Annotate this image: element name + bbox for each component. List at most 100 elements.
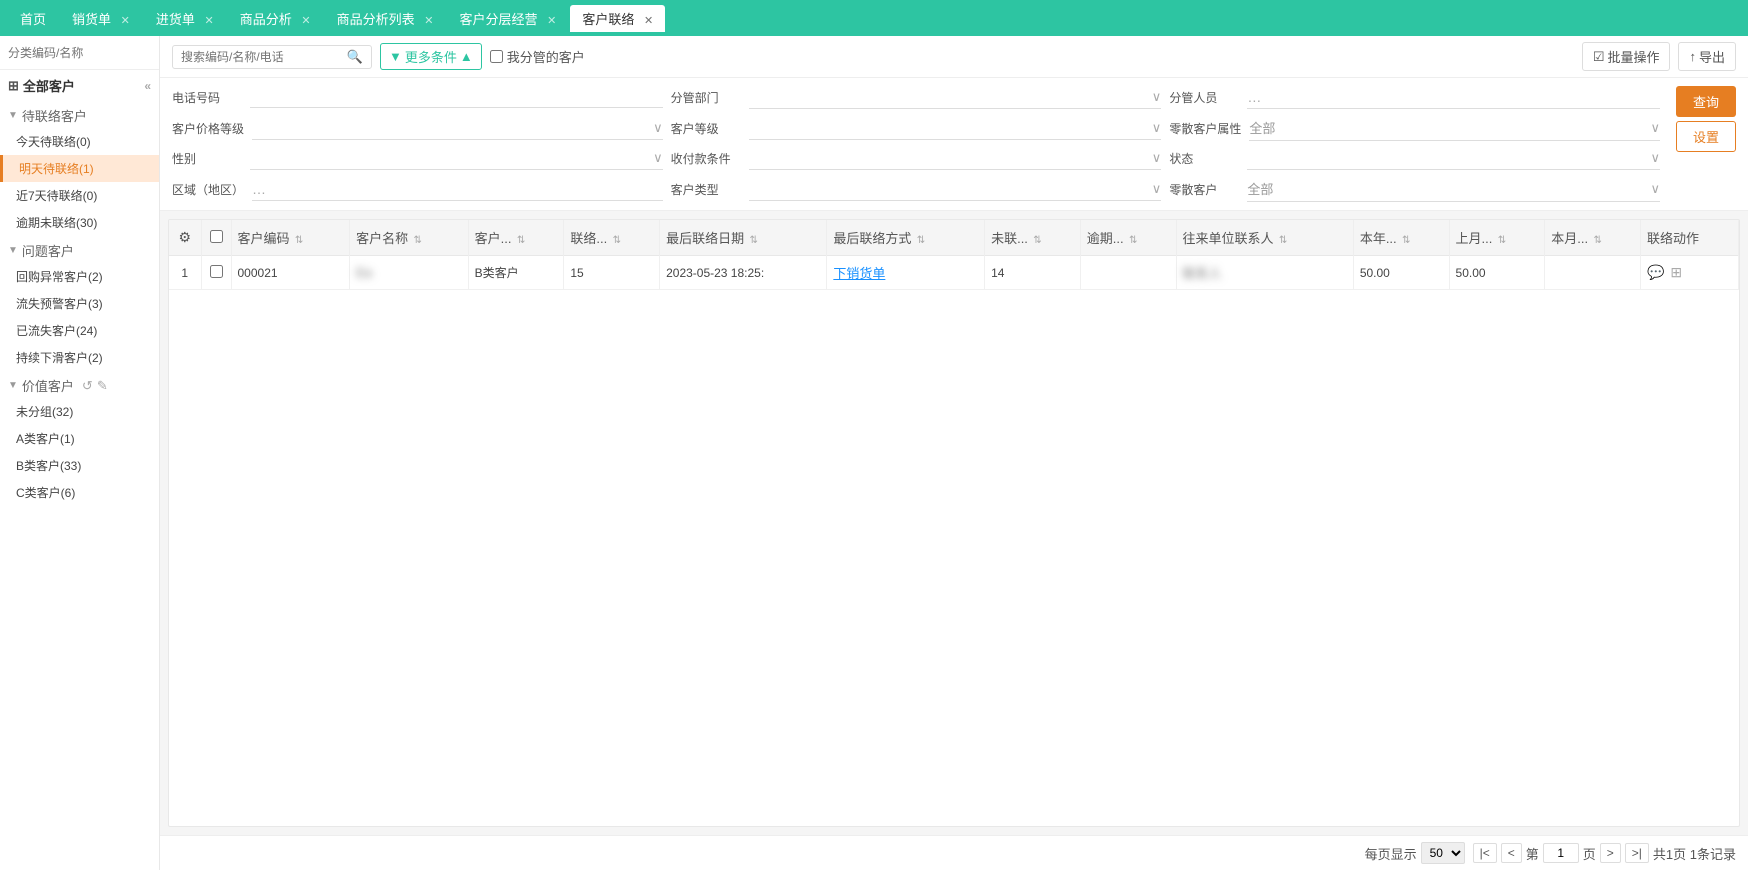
next-page-btn[interactable]: > — [1600, 843, 1621, 863]
sidebar-item-7days-pending[interactable]: 近7天待联络(0) — [0, 182, 159, 209]
retail-customer-select[interactable]: 全部 ∨ — [1247, 176, 1660, 202]
td-code: 000021 — [231, 256, 350, 290]
sort-last-date-icon[interactable]: ⇅ — [749, 235, 757, 246]
value-arrow-icon: ▼ — [8, 380, 18, 391]
table-container: ⚙ 客户编码 ⇅ 客户名称 ⇅ — [168, 219, 1740, 827]
sidebar-item-c-class[interactable]: C类客户(6) — [0, 479, 159, 506]
more-filters-btn[interactable]: ▼ 更多条件 ▲ — [380, 43, 482, 70]
value-group-refresh-icon[interactable]: ↺ — [82, 378, 93, 394]
region-select[interactable]: … — [252, 178, 663, 201]
collapse-icon[interactable]: « — [144, 79, 151, 93]
main-layout: 🔍 ⊞ 全部客户 « ▼ 待联络客户 今天待联络(0) 明天待联络(1) 近7天… — [0, 36, 1748, 870]
prev-page-btn[interactable]: < — [1501, 843, 1522, 863]
sidebar-item-ungrouped[interactable]: 未分组(32) — [0, 398, 159, 425]
filter-search-input[interactable] — [181, 50, 343, 64]
close-customer-contact-icon[interactable]: ✕ — [644, 15, 653, 27]
retail-customer-caret-icon: ∨ — [1650, 181, 1660, 197]
nav-home[interactable]: 首页 — [8, 5, 58, 32]
th-last-contact-method: 最后联络方式 ⇅ — [827, 220, 985, 256]
sort-code-icon[interactable]: ⇅ — [295, 235, 303, 246]
td-checkbox — [201, 256, 231, 290]
sort-this-year-icon[interactable]: ⇅ — [1402, 235, 1410, 246]
last-page-btn[interactable]: >| — [1625, 843, 1649, 863]
sidebar-item-overdue-pending[interactable]: 逾期未联络(30) — [0, 209, 159, 236]
region-dots-icon[interactable]: … — [252, 181, 266, 197]
sidebar-item-churned[interactable]: 已流失客户(24) — [0, 317, 159, 344]
table-gear-icon[interactable]: ⚙ — [178, 229, 191, 245]
sidebar-item-b-class[interactable]: B类客户(33) — [0, 452, 159, 479]
sidebar-item-repurchase-anomaly[interactable]: 回购异常客户(2) — [0, 263, 159, 290]
set-btn[interactable]: 设置 — [1676, 121, 1736, 152]
sort-contact-person-icon[interactable]: ⇅ — [1279, 235, 1287, 246]
sidebar-item-declining[interactable]: 持续下滑客户(2) — [0, 344, 159, 371]
first-page-btn[interactable]: |< — [1473, 843, 1497, 863]
person-select[interactable]: … — [1247, 86, 1660, 109]
th-type: 客户... ⇅ — [468, 220, 564, 256]
retail-attr-field: 零散客户属性 全部 ∨ — [1169, 115, 1660, 141]
close-product-analysis-icon[interactable]: ✕ — [301, 15, 310, 27]
close-product-analysis-list-icon[interactable]: ✕ — [424, 15, 433, 27]
nav-customer-contact[interactable]: 客户联络 ✕ — [570, 5, 665, 32]
sort-uncontacted-icon[interactable]: ⇅ — [1033, 235, 1041, 246]
page-size-select[interactable]: 50 — [1421, 842, 1465, 864]
my-customers-checkbox[interactable] — [490, 50, 503, 63]
nav-product-analysis[interactable]: 商品分析 ✕ — [228, 5, 323, 32]
customer-type-caret-icon: ∨ — [1152, 181, 1162, 197]
td-contact-person: 联系人 — [1176, 256, 1353, 290]
th-overdue: 逾期... ⇅ — [1080, 220, 1176, 256]
td-type: B类客户 — [468, 256, 564, 290]
nav-sales-order[interactable]: 销货单 ✕ — [60, 5, 142, 32]
th-this-month: 本月... ⇅ — [1545, 220, 1641, 256]
sidebar-item-today-pending[interactable]: 今天待联络(0) — [0, 128, 159, 155]
th-action: 联络动作 — [1640, 220, 1738, 256]
filter-search-icon[interactable]: 🔍 — [347, 49, 363, 65]
nav-purchase-order[interactable]: 进货单 ✕ — [144, 5, 226, 32]
dept-select[interactable]: ∨ — [749, 86, 1162, 109]
query-btn[interactable]: 查询 — [1676, 86, 1736, 117]
customer-type-select[interactable]: ∨ — [749, 178, 1162, 201]
phone-input[interactable] — [250, 87, 663, 108]
gender-select[interactable]: ∨ — [250, 147, 663, 170]
sort-name-icon[interactable]: ⇅ — [413, 235, 421, 246]
row-checkbox[interactable] — [210, 265, 223, 278]
nav-product-analysis-list[interactable]: 商品分析列表 ✕ — [325, 5, 446, 32]
export-btn[interactable]: ↑ 导出 — [1678, 42, 1736, 71]
sidebar: 🔍 ⊞ 全部客户 « ▼ 待联络客户 今天待联络(0) 明天待联络(1) 近7天… — [0, 36, 160, 870]
chat-action-icon[interactable]: 💬 — [1647, 264, 1664, 281]
sidebar-item-a-class[interactable]: A类客户(1) — [0, 425, 159, 452]
grid-action-icon[interactable]: ⊞ — [1670, 264, 1682, 281]
th-this-year: 本年... ⇅ — [1353, 220, 1449, 256]
sidebar-item-churn-warning[interactable]: 流失预警客户(3) — [0, 290, 159, 317]
sort-last-month-icon[interactable]: ⇅ — [1498, 235, 1506, 246]
select-all-checkbox[interactable] — [210, 230, 223, 243]
nav-customer-segment[interactable]: 客户分层经营 ✕ — [447, 5, 568, 32]
close-sales-order-icon[interactable]: ✕ — [121, 15, 130, 27]
page-input[interactable] — [1543, 843, 1579, 863]
adv-filter-panel: 电话号码 分管部门 ∨ 分管人员 … — [160, 78, 1748, 211]
my-customers-checkbox-label[interactable]: 我分管的客户 — [490, 47, 585, 66]
th-code: 客户编码 ⇅ — [231, 220, 350, 256]
customer-level-select[interactable]: ∨ — [749, 117, 1162, 140]
sort-this-month-icon[interactable]: ⇅ — [1593, 235, 1601, 246]
close-customer-segment-icon[interactable]: ✕ — [547, 15, 556, 27]
filter-bar: 🔍 ▼ 更多条件 ▲ 我分管的客户 ☑ 批量操作 ↑ 导出 — [160, 36, 1748, 78]
batch-op-btn[interactable]: ☑ 批量操作 — [1582, 42, 1671, 71]
close-purchase-order-icon[interactable]: ✕ — [205, 15, 214, 27]
payment-select[interactable]: ∨ — [749, 147, 1162, 170]
status-select[interactable]: ∨ — [1247, 147, 1660, 170]
value-group-edit-icon[interactable]: ✎ — [97, 378, 108, 394]
sort-type-icon[interactable]: ⇅ — [517, 235, 525, 246]
retail-attr-select[interactable]: 全部 ∨ — [1249, 115, 1660, 141]
customer-name-value: Ea — [356, 265, 372, 280]
sort-contact-count-icon[interactable]: ⇅ — [613, 235, 621, 246]
sort-last-method-icon[interactable]: ⇅ — [917, 235, 925, 246]
sidebar-item-tomorrow-pending[interactable]: 明天待联络(1) — [0, 155, 159, 182]
sort-overdue-icon[interactable]: ⇅ — [1129, 235, 1137, 246]
payment-caret-icon: ∨ — [1152, 150, 1162, 166]
price-level-select[interactable]: ∨ — [252, 117, 663, 140]
all-customers-title[interactable]: ⊞ 全部客户 « — [0, 70, 159, 101]
td-this-year: 50.00 — [1353, 256, 1449, 290]
sidebar-search-input[interactable] — [8, 46, 160, 60]
last-contact-method-link[interactable]: 下销货单 — [833, 266, 885, 281]
person-dots-icon[interactable]: … — [1247, 89, 1261, 105]
